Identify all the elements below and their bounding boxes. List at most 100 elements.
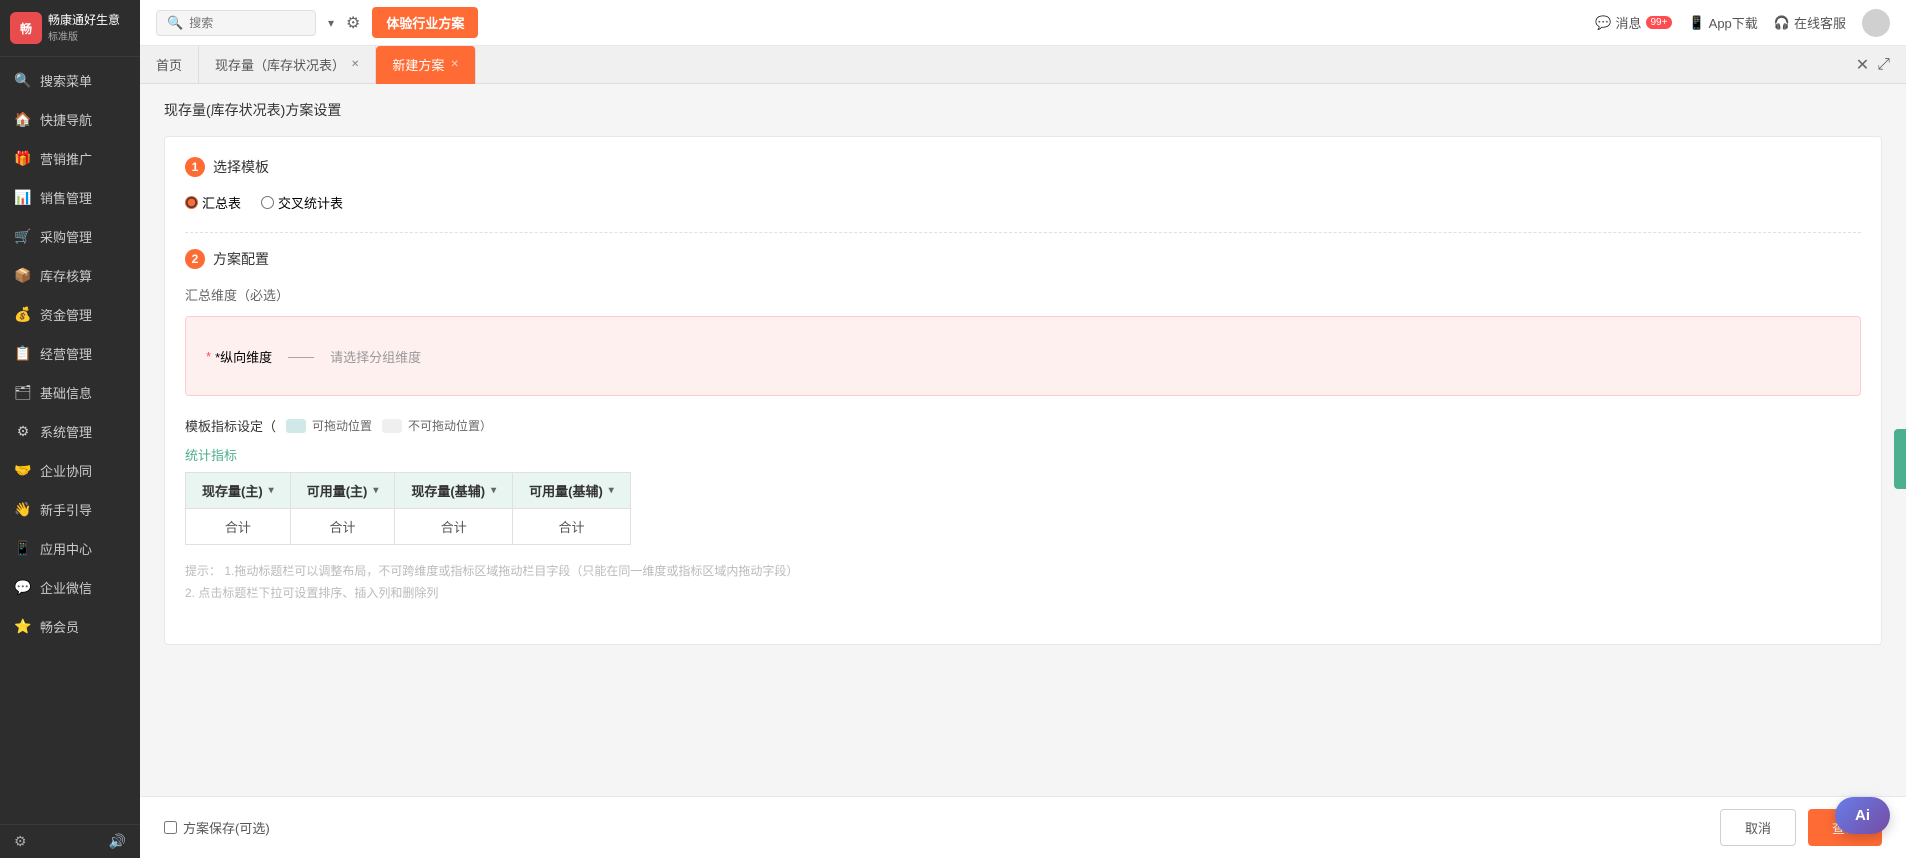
tab-new-plan-close[interactable]: ✕ (450, 59, 458, 70)
sidebar-item-label: 库存核算 (40, 266, 92, 285)
indicators-section: 模板指标设定（ 可拖动位置 不可拖动位置） 统计指标 (185, 416, 1861, 604)
draggable-toggle (286, 419, 306, 433)
sidebar-item-purchase[interactable]: 🛒 采购管理 (0, 217, 140, 256)
sidebar-item-label: 畅会员 (40, 617, 79, 636)
app-edition: 标准版 (48, 28, 120, 43)
sidebar-item-label: 新手引导 (40, 500, 92, 519)
sidebar-item-enterprise[interactable]: 🤝 企业协同 (0, 451, 140, 490)
sidebar-item-marketing[interactable]: 🎁 营销推广 (0, 139, 140, 178)
trial-btn[interactable]: 体验行业方案 (372, 7, 478, 38)
user-avatar[interactable] (1862, 9, 1890, 37)
col-chevron-3[interactable]: ▾ (609, 485, 614, 496)
sidebar-item-system[interactable]: ⚙ 系统管理 (0, 412, 140, 451)
ai-bubble[interactable]: Ai (1835, 797, 1890, 834)
tab-home[interactable]: 首页 (156, 46, 199, 84)
indicators-label: 模板指标设定（ 可拖动位置 不可拖动位置） (185, 416, 1861, 435)
sidebar-item-label: 搜索菜单 (40, 71, 92, 90)
col-chevron-1[interactable]: ▾ (373, 485, 378, 496)
tab-inventory-status[interactable]: 现存量（库存状况表） ✕ (199, 46, 376, 84)
save-label: 方案保存(可选) (183, 818, 270, 837)
finance-icon: 💰 (14, 306, 32, 323)
gear-icon[interactable]: ⚙ (346, 13, 360, 33)
stats-section-title: 统计指标 (185, 445, 1861, 464)
col-header-2[interactable]: 现存量(基辅) ▾ (395, 473, 513, 509)
message-label: 消息 (1615, 13, 1641, 32)
right-handle[interactable] (1894, 429, 1906, 489)
tab-new-plan[interactable]: 新建方案 ✕ (376, 46, 475, 84)
tab-expand-btn[interactable]: ⤢ (1877, 55, 1890, 75)
sidebar-item-label: 快捷导航 (40, 110, 92, 129)
online-support-btn[interactable]: 🎧 在线客服 (1774, 13, 1846, 32)
member-icon: ⭐ (14, 618, 32, 635)
sidebar-item-finance[interactable]: 💰 资金管理 (0, 295, 140, 334)
save-checkbox[interactable] (164, 821, 177, 834)
dimension-area: * *纵向维度 —— 请选择分组维度 (185, 316, 1861, 396)
message-btn[interactable]: 💬 消息 99+ (1595, 13, 1672, 32)
cancel-button[interactable]: 取消 (1720, 809, 1796, 846)
purchase-icon: 🛒 (14, 228, 32, 245)
settings-icon[interactable]: ⚙ (14, 833, 27, 850)
cell-1: 合计 (290, 509, 395, 545)
tabbar: 首页 现存量（库存状况表） ✕ 新建方案 ✕ ✕ ⤢ (140, 46, 1906, 84)
tab-close-all-btn[interactable]: ✕ (1856, 55, 1869, 75)
draggable-label: 可拖动位置 (312, 417, 372, 434)
app-logo: 畅 畅康通好生意 标准版 (0, 0, 140, 57)
step1-section: 1 选择模板 汇总表 交叉统计表 (185, 157, 1861, 212)
save-option[interactable]: 方案保存(可选) (164, 818, 270, 837)
search-box[interactable]: 🔍 (156, 10, 316, 36)
option-cross[interactable]: 交叉统计表 (261, 193, 343, 212)
app-name: 畅康通好生意 (48, 13, 120, 29)
non-draggable-toggle (382, 419, 402, 433)
template-options: 汇总表 交叉统计表 (185, 193, 1861, 212)
app-download-label: App下载 (1709, 13, 1758, 32)
col-chevron-2[interactable]: ▾ (491, 485, 496, 496)
app-download-btn[interactable]: 📱 App下载 (1688, 13, 1757, 32)
radio-summary[interactable] (185, 196, 198, 209)
col-chevron-0[interactable]: ▾ (269, 485, 274, 496)
step2-section: 2 方案配置 汇总维度（必选） * *纵向维度 —— 请选择分组维度 模板指标设… (185, 249, 1861, 604)
sidebar-item-newbie[interactable]: 👋 新手引导 (0, 490, 140, 529)
sidebar-item-inventory[interactable]: 📦 库存核算 (0, 256, 140, 295)
search-icon: 🔍 (167, 15, 183, 31)
online-support-label: 在线客服 (1794, 13, 1846, 32)
sidebar-item-app-center[interactable]: 📱 应用中心 (0, 529, 140, 568)
col-header-3[interactable]: 可用量(基辅) ▾ (513, 473, 631, 509)
col-header-1[interactable]: 可用量(主) ▾ (290, 473, 395, 509)
dimension-section-label: 汇总维度（必选） (185, 285, 1861, 304)
marketing-icon: 🎁 (14, 150, 32, 167)
tip-2: 2. 点击标题栏下拉可设置排序、插入列和删除列 (185, 583, 1861, 605)
settings-card: 1 选择模板 汇总表 交叉统计表 2 (164, 136, 1882, 645)
bottom-bar: 方案保存(可选) 取消 查询 (140, 796, 1906, 858)
topbar: 🔍 ▾ ⚙ 体验行业方案 💬 消息 99+ 📱 App下载 🎧 在线客服 (140, 0, 1906, 46)
search-input[interactable] (189, 16, 305, 30)
cell-3: 合计 (513, 509, 631, 545)
page-title: 现存量(库存状况表)方案设置 (164, 100, 1882, 120)
sidebar-item-member[interactable]: ⭐ 畅会员 (0, 607, 140, 646)
step2-badge: 2 (185, 249, 205, 269)
sidebar-item-base-info[interactable]: 🗂 基础信息 (0, 373, 140, 412)
step2-title: 方案配置 (213, 249, 269, 269)
sidebar-footer: ⚙ 🔊 (0, 824, 140, 858)
tab-inventory-close[interactable]: ✕ (351, 59, 359, 70)
sidebar-item-label: 应用中心 (40, 539, 92, 558)
sidebar-item-operations[interactable]: 📋 经营管理 (0, 334, 140, 373)
sidebar-item-wechat[interactable]: 💬 企业微信 (0, 568, 140, 607)
search-dropdown-icon[interactable]: ▾ (328, 16, 334, 30)
operations-icon: 📋 (14, 345, 32, 362)
col-header-0[interactable]: 现存量(主) ▾ (186, 473, 291, 509)
logo-icon: 畅 (10, 12, 42, 44)
cell-2: 合计 (395, 509, 513, 545)
step1-title: 选择模板 (213, 157, 269, 177)
sidebar-item-search-menu[interactable]: 🔍 搜索菜单 (0, 61, 140, 100)
option-summary[interactable]: 汇总表 (185, 193, 241, 212)
sidebar-item-label: 营销推广 (40, 149, 92, 168)
sidebar-item-sales[interactable]: 📊 销售管理 (0, 178, 140, 217)
sidebar-item-label: 销售管理 (40, 188, 92, 207)
system-icon: ⚙ (14, 423, 32, 440)
audio-icon[interactable]: 🔊 (109, 833, 126, 850)
sidebar-item-quick-nav[interactable]: 🏠 快捷导航 (0, 100, 140, 139)
sidebar-item-label: 资金管理 (40, 305, 92, 324)
search-menu-icon: 🔍 (14, 72, 32, 89)
radio-cross[interactable] (261, 196, 274, 209)
draggable-indicator: 可拖动位置 (286, 417, 372, 434)
